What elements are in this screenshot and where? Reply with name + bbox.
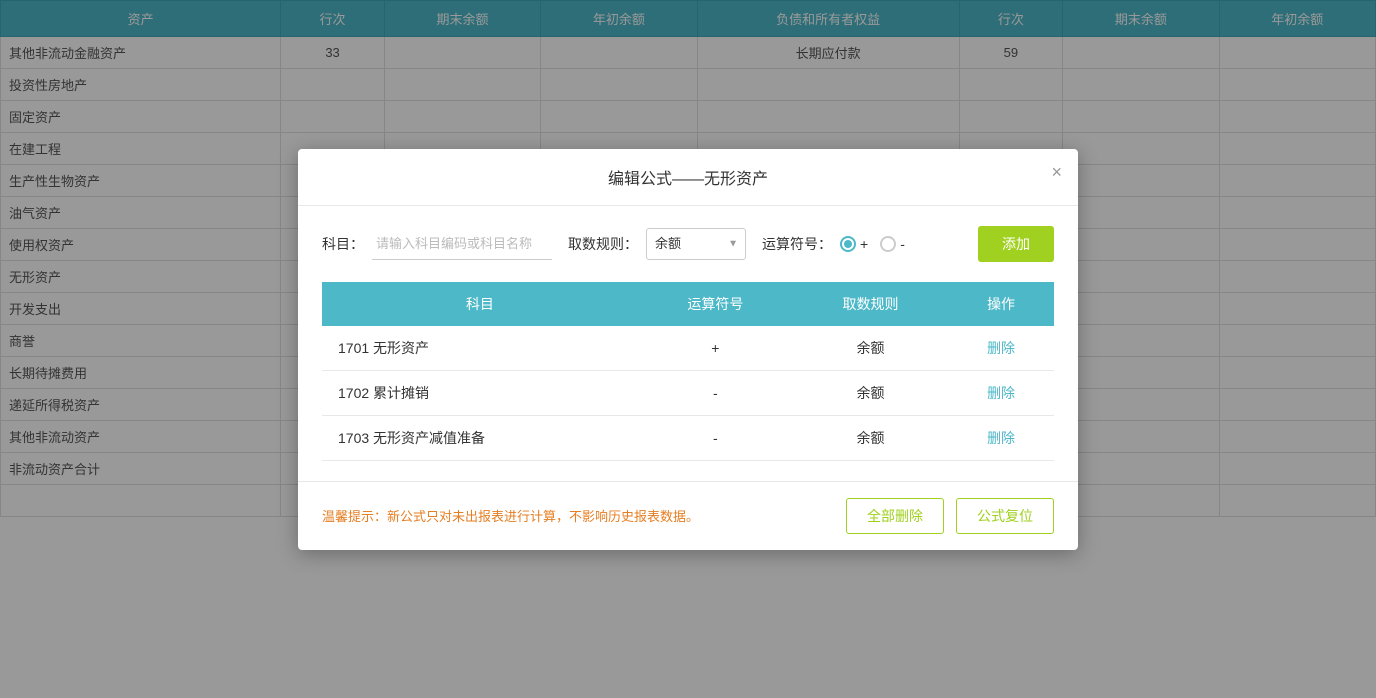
subject-input[interactable] [372, 228, 552, 260]
radio-circle-minus [880, 236, 896, 252]
delete-row-button[interactable]: 删除 [987, 428, 1015, 448]
operator-label: 运算符号： [762, 234, 832, 254]
modal-dialog: 编辑公式——无形资产 × 科目： 取数规则： 余额 借方发生额 [298, 149, 1078, 550]
close-button[interactable]: × [1051, 163, 1062, 181]
cell-subject: 1703 无形资产减值准备 [322, 415, 638, 460]
operator-plus-radio[interactable]: + [840, 236, 868, 252]
delete-row-button[interactable]: 删除 [987, 338, 1015, 358]
cell-rule: 余额 [793, 370, 948, 415]
operator-minus-label: - [900, 236, 905, 252]
cell-operator: - [638, 370, 793, 415]
cell-operator: + [638, 326, 793, 371]
rule-label: 取数规则： [568, 234, 638, 254]
subject-label: 科目： [322, 234, 364, 254]
cell-subject: 1701 无形资产 [322, 326, 638, 371]
cell-operator: - [638, 415, 793, 460]
modal-footer: 温馨提示：新公式只对未出报表进行计算，不影响历史报表数据。 全部删除 公式复位 [298, 482, 1078, 550]
cell-rule: 余额 [793, 326, 948, 371]
delete-all-button[interactable]: 全部删除 [846, 498, 944, 534]
rule-select[interactable]: 余额 借方发生额 贷方发生额 [646, 228, 746, 260]
th-rule: 取数规则 [793, 282, 948, 326]
th-action: 操作 [948, 282, 1054, 326]
subject-field: 科目： [322, 228, 552, 260]
formula-table-row: 1703 无形资产减值准备-余额 删除 [322, 415, 1054, 460]
delete-row-button[interactable]: 删除 [987, 383, 1015, 403]
formula-table-row: 1701 无形资产+余额 删除 [322, 326, 1054, 371]
th-subject: 科目 [322, 282, 638, 326]
table-header-row: 科目 运算符号 取数规则 操作 [322, 282, 1054, 326]
modal-body: 科目： 取数规则： 余额 借方发生额 贷方发生额 ▼ [298, 206, 1078, 481]
cell-rule: 余额 [793, 415, 948, 460]
formula-table-row: 1702 累计摊销-余额 删除 [322, 370, 1054, 415]
operator-field: 运算符号： + - [762, 234, 905, 254]
operator-minus-radio[interactable]: - [880, 236, 905, 252]
add-button[interactable]: 添加 [978, 226, 1054, 262]
th-operator: 运算符号 [638, 282, 793, 326]
footer-buttons: 全部删除 公式复位 [846, 498, 1054, 534]
cell-subject: 1702 累计摊销 [322, 370, 638, 415]
rule-field: 取数规则： 余额 借方发生额 贷方发生额 ▼ [568, 228, 746, 260]
cell-action: 删除 [948, 326, 1054, 371]
operator-radio-group: + - [840, 236, 905, 252]
formula-table: 科目 运算符号 取数规则 操作 1701 无形资产+余额删除1702 累计摊销-… [322, 282, 1054, 461]
modal-header: 编辑公式——无形资产 × [298, 149, 1078, 206]
modal-title: 编辑公式——无形资产 [608, 171, 768, 188]
rule-select-wrapper: 余额 借方发生额 贷方发生额 ▼ [646, 228, 746, 260]
cell-action: 删除 [948, 415, 1054, 460]
radio-circle-plus [840, 236, 856, 252]
footer-tip: 温馨提示：新公式只对未出报表进行计算，不影响历史报表数据。 [322, 506, 699, 525]
cell-action: 删除 [948, 370, 1054, 415]
modal-overlay: 编辑公式——无形资产 × 科目： 取数规则： 余额 借方发生额 [0, 0, 1376, 698]
reset-formula-button[interactable]: 公式复位 [956, 498, 1054, 534]
form-row: 科目： 取数规则： 余额 借方发生额 贷方发生额 ▼ [322, 226, 1054, 262]
operator-plus-label: + [860, 236, 868, 252]
